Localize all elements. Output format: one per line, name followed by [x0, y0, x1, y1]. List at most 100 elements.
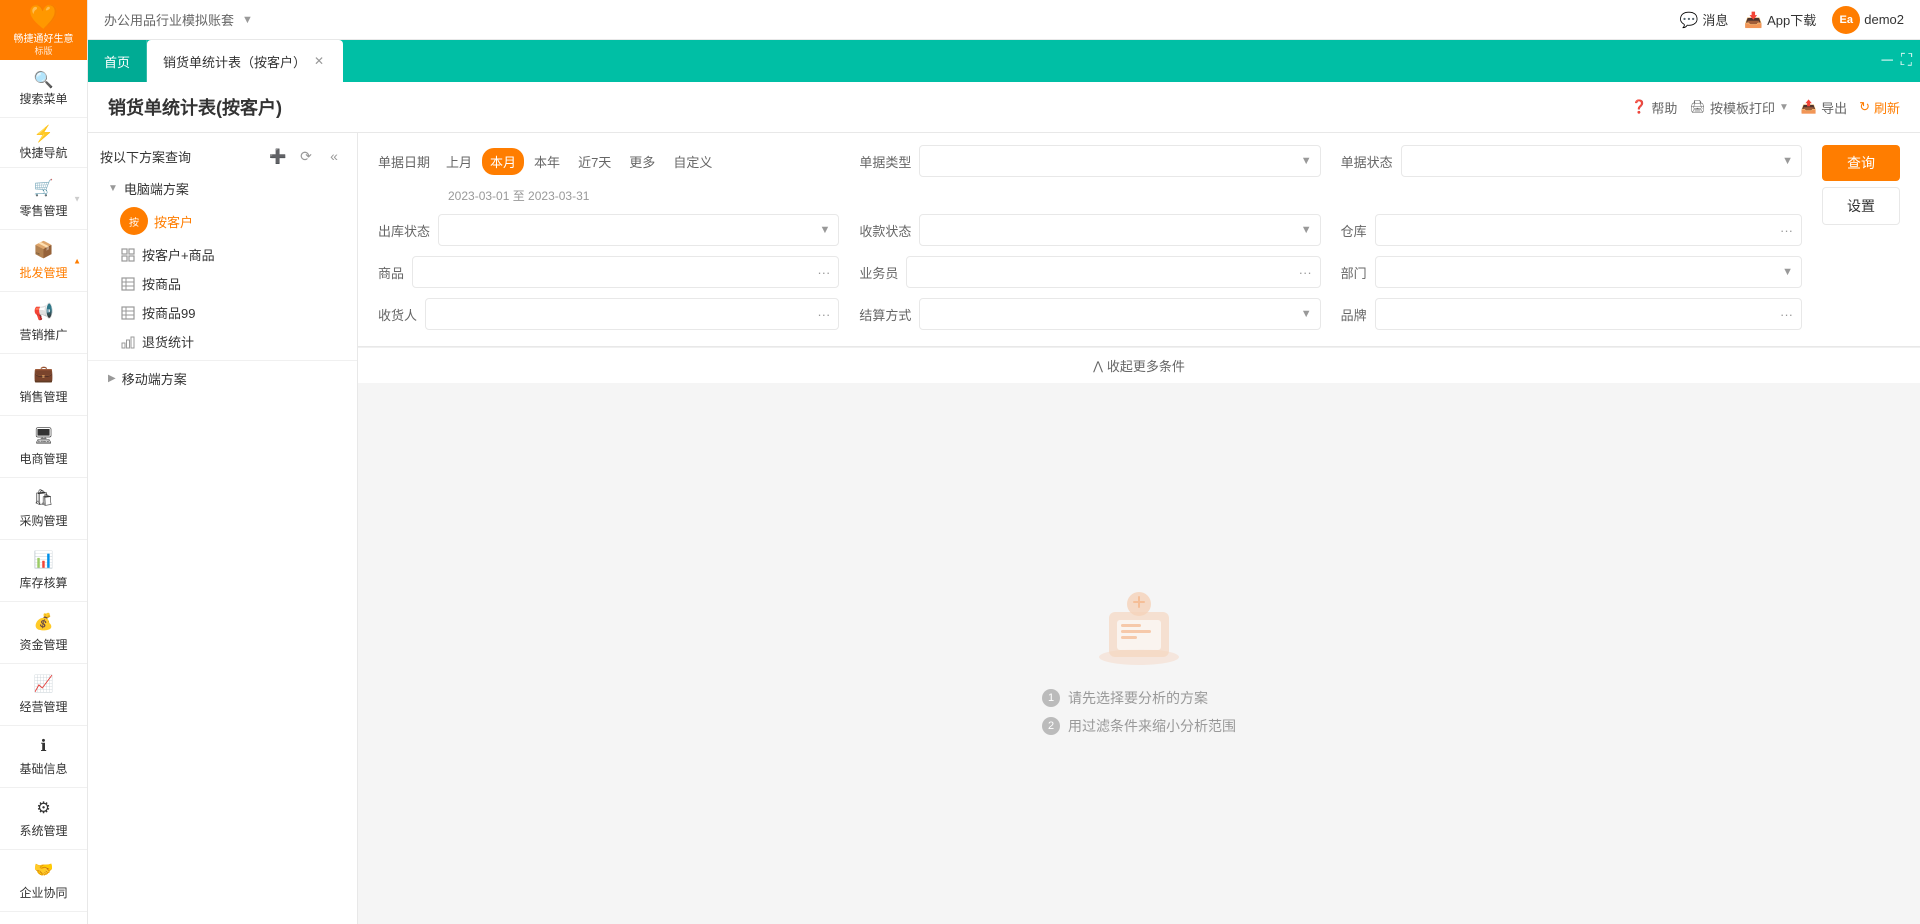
print-button[interactable]: 🖨 按模板打印 ▼ — [1689, 98, 1788, 117]
minimize-icon[interactable]: ─ — [1881, 52, 1892, 70]
receipt-status-select[interactable]: ▼ — [919, 214, 1320, 246]
pc-group-label: 电脑端方案 — [124, 179, 189, 198]
brand-label: 品牌 — [1341, 305, 1367, 324]
date-option-7days[interactable]: 近7天 — [570, 148, 619, 175]
wholesale-icon: 📦 — [34, 240, 54, 260]
user-menu[interactable]: Ea demo2 — [1832, 6, 1904, 34]
help-button[interactable]: ❓ 帮助 — [1631, 98, 1677, 117]
search-menu-item[interactable]: 🔍 搜索菜单 — [0, 60, 87, 118]
date-options-bar: 上月 本月 本年 近7天 更多 自定义 — [438, 148, 839, 175]
app-subtitle: 标版 — [34, 46, 52, 56]
date-option-this-month[interactable]: 本月 — [482, 148, 524, 175]
collapse-bar[interactable]: ⋀ 收起更多条件 — [358, 347, 1920, 383]
app-download-button[interactable]: 📥 App下载 — [1744, 10, 1816, 29]
scheme-customer-goods[interactable]: 按客户+商品 — [112, 240, 357, 269]
retail-arrow-icon: ▼ — [73, 194, 81, 203]
marketing-label: 营销推广 — [19, 326, 67, 343]
pc-scheme-group-header[interactable]: ▼ 电脑端方案 — [96, 175, 357, 202]
sidebar-item-guide[interactable]: 🎓 新手引导 — [0, 912, 87, 924]
scheme-goods-99[interactable]: 按商品99 — [112, 298, 357, 327]
mobile-expand-icon: ▶ — [108, 373, 116, 384]
out-status-select[interactable]: ▼ — [438, 214, 839, 246]
scheme-by-customer[interactable]: 按 按客户 — [112, 202, 357, 240]
collapse-panel-button[interactable]: « — [323, 145, 345, 167]
mobile-scheme-group-header[interactable]: ▶ 移动端方案 — [96, 365, 357, 392]
refresh-button[interactable]: ↻ 刷新 — [1859, 98, 1900, 117]
receipt-status-arrow: ▼ — [1301, 224, 1312, 236]
setting-button[interactable]: 设置 — [1822, 187, 1900, 225]
goods-ellipsis: ··· — [817, 265, 830, 280]
sidebar-item-retail[interactable]: 🛒 零售管理 ▼ — [0, 168, 87, 230]
close-tab-icon[interactable]: ✕ — [312, 52, 326, 70]
date-option-more[interactable]: 更多 — [621, 148, 663, 175]
date-option-this-year[interactable]: 本年 — [526, 148, 568, 175]
scheme-return-stats[interactable]: 退货统计 — [112, 327, 357, 356]
tab-sales-stats[interactable]: 销货单统计表（按客户） ✕ — [147, 40, 343, 82]
maximize-icon[interactable]: ⛶ — [1901, 52, 1912, 70]
goods-select[interactable]: ··· — [412, 256, 839, 288]
recipient-select[interactable]: ··· — [425, 298, 839, 330]
sidebar-item-system[interactable]: ⚙ 系统管理 — [0, 788, 87, 850]
quick-nav-item[interactable]: ⚡ 快捷导航 — [0, 118, 87, 168]
salesperson-ellipsis: ··· — [1299, 265, 1312, 280]
right-panel: 单据日期 上月 本月 本年 近7天 更多 自定义 — [358, 133, 1920, 924]
topbar-right: 💬 消息 📥 App下载 Ea demo2 — [1680, 6, 1904, 34]
sidebar-item-purchase[interactable]: 🛍 采购管理 — [0, 478, 87, 540]
purchase-icon: 🛍 — [33, 488, 53, 508]
doc-status-select[interactable]: ▼ — [1401, 145, 1802, 177]
doc-status-cell: 单据状态 ▼ — [1341, 145, 1802, 177]
message-button[interactable]: 💬 消息 — [1680, 10, 1729, 29]
doc-type-cell: 单据类型 ▼ — [859, 145, 1320, 177]
tab-sales-stats-label: 销货单统计表（按客户） — [163, 52, 306, 71]
help-icon: ❓ — [1631, 99, 1647, 115]
sidebar-item-wholesale[interactable]: 📦 批发管理 ▲ — [0, 230, 87, 292]
left-panel-header: 按以下方案查询 ➕ ⟳ « — [88, 145, 357, 175]
sidebar-item-sales[interactable]: 💼 销售管理 — [0, 354, 87, 416]
sidebar-item-ecommerce[interactable]: 🖥 电商管理 — [0, 416, 87, 478]
date-label: 单据日期 — [378, 152, 430, 171]
table2-icon — [120, 305, 136, 321]
sidebar-item-finance[interactable]: 💰 资金管理 — [0, 602, 87, 664]
finance-label: 资金管理 — [19, 636, 67, 653]
sidebar-item-basic-info[interactable]: ℹ 基础信息 — [0, 726, 87, 788]
salesperson-cell: 业务员 ··· — [859, 256, 1320, 288]
expand-icon: ▼ — [108, 183, 118, 194]
dept-arrow: ▼ — [1782, 266, 1793, 278]
tab-home[interactable]: 首页 — [88, 40, 147, 82]
wholesale-label: 批发管理 — [19, 264, 67, 281]
recipient-cell: 收货人 ··· — [378, 298, 839, 330]
refresh-scheme-button[interactable]: ⟳ — [295, 145, 317, 167]
collapse-up-icon: ⋀ — [1093, 359, 1103, 373]
scheme-by-goods[interactable]: 按商品 — [112, 269, 357, 298]
dept-label: 部门 — [1341, 263, 1367, 282]
export-button[interactable]: 📤 导出 — [1801, 98, 1847, 117]
content-actions: ❓ 帮助 🖨 按模板打印 ▼ 📤 导出 ↻ 刷新 — [1631, 98, 1900, 129]
date-option-last-month[interactable]: 上月 — [438, 148, 480, 175]
enterprise-label: 企业协同 — [19, 884, 67, 901]
panel-divider — [88, 360, 357, 361]
management-label: 经营管理 — [19, 698, 67, 715]
brand-select[interactable]: ··· — [1375, 298, 1802, 330]
ecommerce-icon: 🖥 — [33, 426, 53, 446]
retail-icon: 🛒 — [34, 178, 54, 198]
app-logo: 🧡 畅捷通好生意标版 — [0, 0, 88, 60]
filter-row-3: 商品 ··· 业务员 ··· — [378, 256, 1802, 288]
dept-select[interactable]: ▼ — [1375, 256, 1802, 288]
enterprise-icon: 🤝 — [34, 860, 54, 880]
doc-type-select[interactable]: ▼ — [919, 145, 1320, 177]
empty-tip-2: 2 用过滤条件来缩小分析范围 — [1042, 716, 1236, 736]
out-status-label: 出库状态 — [378, 221, 430, 240]
sidebar-item-inventory[interactable]: 📊 库存核算 — [0, 540, 87, 602]
empty-tip-1: 1 请先选择要分析的方案 — [1042, 688, 1236, 708]
warehouse-select[interactable]: ··· — [1375, 214, 1802, 246]
sidebar-item-enterprise[interactable]: 🤝 企业协同 — [0, 850, 87, 912]
query-button[interactable]: 查询 — [1822, 145, 1900, 181]
salesperson-select[interactable]: ··· — [906, 256, 1320, 288]
add-scheme-button[interactable]: ➕ — [267, 145, 289, 167]
sidebar-item-management[interactable]: 📈 经营管理 — [0, 664, 87, 726]
settlement-select[interactable]: ▼ — [919, 298, 1320, 330]
recipient-label: 收货人 — [378, 305, 417, 324]
date-option-custom[interactable]: 自定义 — [665, 148, 720, 175]
topbar: 办公用品行业模拟账套 ▼ 💬 消息 📥 App下载 Ea demo2 — [88, 0, 1920, 40]
sidebar-item-marketing[interactable]: 📢 营销推广 — [0, 292, 87, 354]
